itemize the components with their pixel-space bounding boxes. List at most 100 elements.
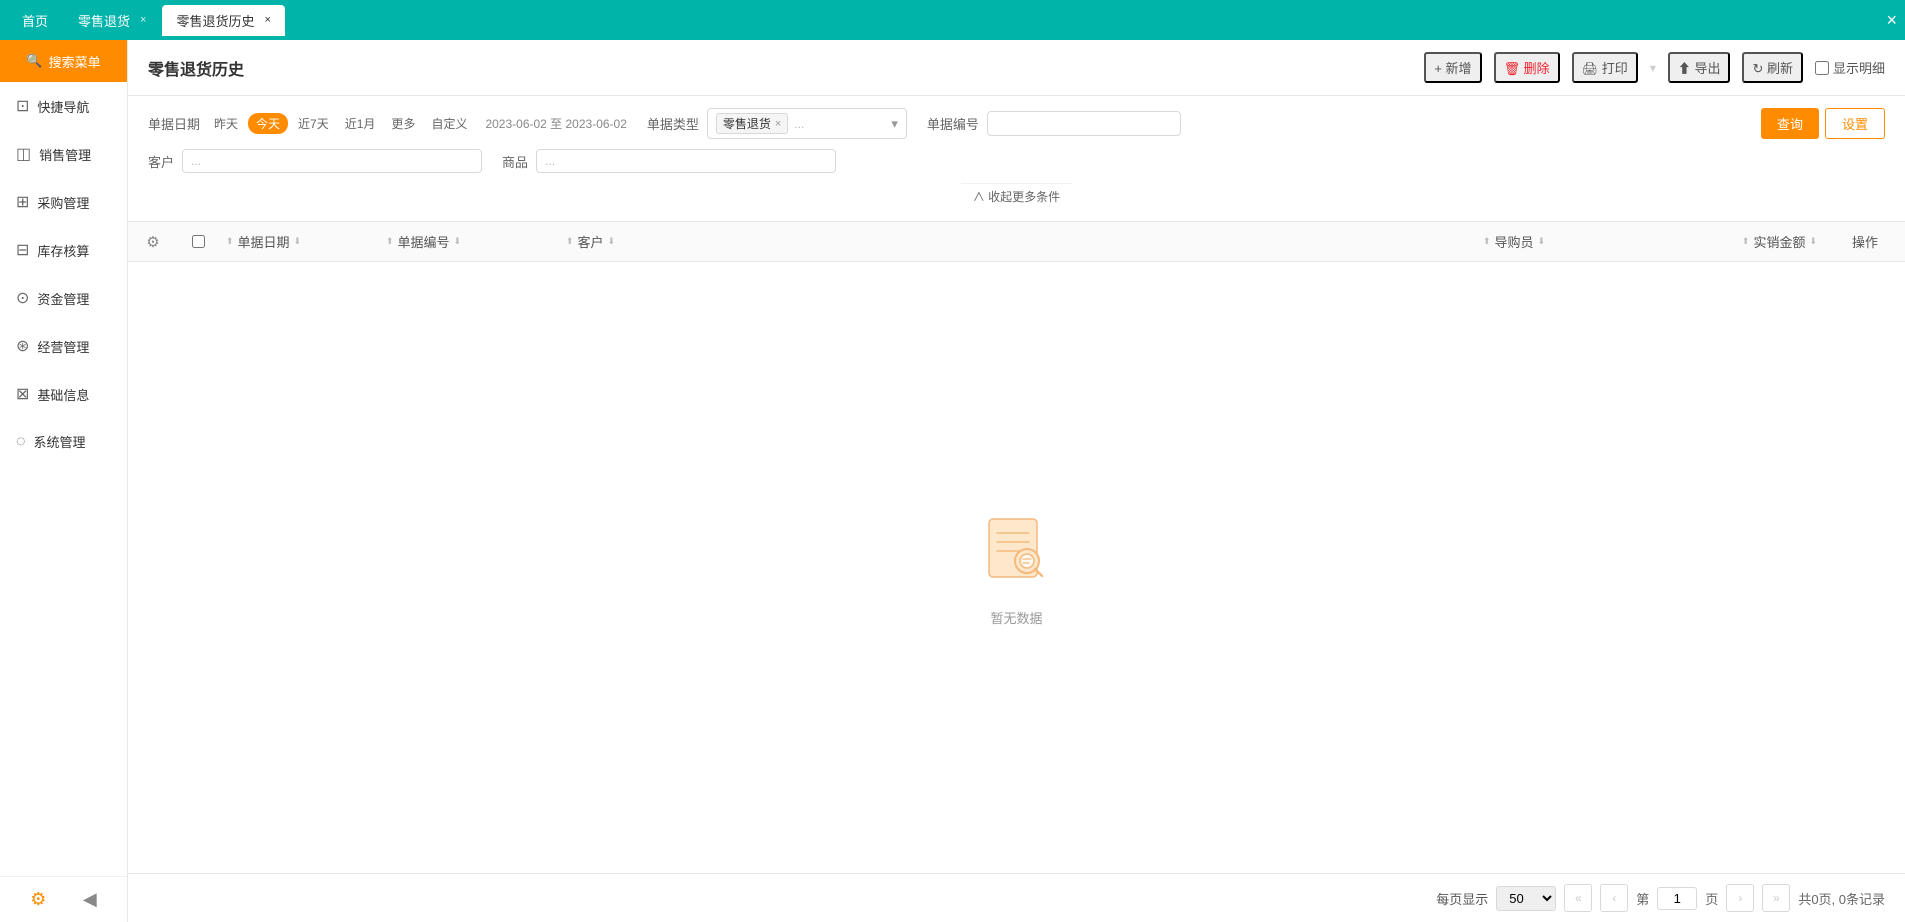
filter-row-2: 客户 ... 商品 ...	[148, 149, 1885, 173]
date-filter-group: 单据日期 昨天 今天 近7天 近1月 更多 自定义 2023-06-02 至 2…	[148, 113, 627, 134]
tab-retail-return-close[interactable]: ×	[140, 14, 146, 26]
doc-type-select[interactable]: 零售退货 × ... ▾	[707, 108, 907, 139]
th-date-label: 单据日期	[238, 232, 290, 251]
th-settings[interactable]: ⚙	[128, 233, 178, 251]
first-page-button[interactable]: «	[1564, 884, 1592, 912]
sort-up-guide: ⬆	[1483, 236, 1491, 247]
doc-number-input[interactable]	[987, 111, 1181, 136]
sidebar-item-system-mgmt[interactable]: ◌ 系统管理	[0, 418, 127, 465]
sidebar-item-quick-nav-label: 快捷导航	[37, 97, 89, 116]
query-settings-group: 查询 设置	[1761, 108, 1885, 139]
sidebar-item-finance[interactable]: ⊙ 资金管理	[0, 274, 127, 322]
tab-retail-return-label: 零售退货	[78, 11, 130, 30]
sidebar-item-operations[interactable]: ⊛ 经营管理	[0, 322, 127, 370]
th-amount[interactable]: ⬆ 实销金额 ⬇	[1675, 232, 1825, 251]
doc-number-filter-group: 单据编号	[927, 111, 1181, 136]
collapse-button[interactable]: ∧ 收起更多条件	[961, 183, 1072, 209]
sort-down-amount: ⬇	[1809, 236, 1817, 247]
goods-select[interactable]: ...	[536, 149, 836, 173]
sidebar-item-basic-info[interactable]: ⊠ 基础信息	[0, 370, 127, 418]
empty-illustration	[977, 509, 1057, 592]
date-option-custom[interactable]: 自定义	[425, 113, 473, 134]
top-bar: 首页 零售退货 × 零售退货历史 × ×	[0, 0, 1905, 40]
doc-type-tag-value: 零售退货	[723, 115, 771, 132]
th-checkbox[interactable]	[178, 235, 218, 248]
quick-nav-icon: ⊡	[16, 96, 29, 116]
total-info: 共0页, 0条记录	[1798, 889, 1885, 908]
sidebar-item-sales-mgmt[interactable]: ◫ 销售管理	[0, 130, 127, 178]
date-option-7days[interactable]: 近7天	[292, 113, 335, 134]
date-option-yesterday[interactable]: 昨天	[208, 113, 244, 134]
last-page-button[interactable]: »	[1762, 884, 1790, 912]
collapse-row: ∧ 收起更多条件	[148, 183, 1885, 209]
sidebar-item-inventory[interactable]: ⊟ 库存核算	[0, 226, 127, 274]
settings-button[interactable]: 设置	[1825, 108, 1885, 139]
sidebar-item-operations-label: 经营管理	[37, 337, 89, 356]
print-arrow[interactable]: ▾	[1650, 61, 1656, 75]
collapse-sidebar-icon[interactable]: ◀	[83, 889, 97, 910]
print-button[interactable]: 🖨 打印	[1572, 52, 1638, 83]
th-number[interactable]: ⬆ 单据编号 ⬇	[378, 232, 558, 251]
content-area: 零售退货历史 + 新增 🗑 删除 🖨 打印 ▾ ⬆ 导出 ↻ 刷新 显示明细 单…	[128, 40, 1905, 922]
select-all-checkbox[interactable]	[192, 235, 205, 248]
prev-page-button[interactable]: ‹	[1600, 884, 1628, 912]
sort-up-date: ⬆	[226, 236, 234, 247]
sidebar-item-purchase-label: 采购管理	[37, 193, 89, 212]
sidebar-item-purchase-mgmt[interactable]: ⊞ 采购管理	[0, 178, 127, 226]
goods-placeholder: ...	[545, 154, 555, 168]
goods-filter-group: 商品 ...	[502, 149, 836, 173]
th-guide[interactable]: ⬆ 导购员 ⬇	[1475, 232, 1675, 251]
system-mgmt-icon: ◌	[16, 433, 26, 451]
export-button[interactable]: ⬆ 导出	[1668, 52, 1731, 83]
sidebar-item-finance-label: 资金管理	[37, 289, 89, 308]
delete-button[interactable]: 🗑 删除	[1494, 52, 1560, 83]
page-size-select[interactable]: 20 50 100	[1496, 886, 1556, 911]
query-button[interactable]: 查询	[1761, 108, 1819, 139]
date-option-today[interactable]: 今天	[248, 113, 288, 134]
goods-label: 商品	[502, 152, 528, 171]
doc-type-tag-remove[interactable]: ×	[775, 118, 781, 130]
empty-text: 暂无数据	[990, 608, 1042, 627]
th-date[interactable]: ⬆ 单据日期 ⬇	[218, 232, 378, 251]
sort-up-amount: ⬆	[1742, 236, 1750, 247]
customer-select[interactable]: ...	[182, 149, 482, 173]
search-icon: 🔍	[26, 53, 42, 69]
sidebar: 🔍 搜索菜单 ⊡ 快捷导航 ◫ 销售管理 ⊞ 采购管理 ⊟ 库存核算 ⊙ 资金管…	[0, 40, 128, 922]
th-ops-label: 操作	[1852, 232, 1878, 251]
sort-up-customer: ⬆	[566, 236, 574, 247]
doc-type-label: 单据类型	[647, 114, 699, 133]
finance-icon: ⊙	[16, 288, 29, 308]
date-option-1month[interactable]: 近1月	[339, 113, 382, 134]
tab-retail-return-history[interactable]: 零售退货历史 ×	[162, 5, 284, 36]
sidebar-item-system-label: 系统管理	[34, 432, 86, 451]
doc-type-filter-group: 单据类型 零售退货 × ... ▾	[647, 108, 907, 139]
sidebar-item-inventory-label: 库存核算	[37, 241, 89, 260]
tab-retail-return[interactable]: 零售退货 ×	[64, 5, 160, 36]
window-close-button[interactable]: ×	[1886, 10, 1897, 31]
th-guide-label: 导购员	[1495, 232, 1534, 251]
show-detail-checkbox[interactable]	[1815, 61, 1829, 75]
th-customer[interactable]: ⬆ 客户 ⬇	[558, 232, 1475, 251]
tab-retail-return-history-label: 零售退货历史	[176, 11, 254, 30]
tab-retail-return-history-close[interactable]: ×	[264, 14, 270, 26]
sales-mgmt-icon: ◫	[16, 144, 31, 164]
tab-home[interactable]: 首页	[8, 5, 62, 36]
table-settings-icon[interactable]: ⚙	[146, 233, 159, 251]
page-number-input[interactable]	[1657, 887, 1697, 910]
add-button[interactable]: + 新增	[1424, 52, 1481, 83]
sort-up-number: ⬆	[386, 236, 394, 247]
sidebar-search[interactable]: 🔍 搜索菜单	[0, 40, 127, 82]
date-option-more[interactable]: 更多	[385, 113, 421, 134]
purchase-mgmt-icon: ⊞	[16, 192, 29, 212]
pagination-bar: 每页显示 20 50 100 « ‹ 第 页 › » 共0页, 0条记录	[128, 873, 1905, 922]
settings-footer-icon[interactable]: ⚙	[30, 889, 46, 910]
table-wrapper: ⚙ ⬆ 单据日期 ⬇ ⬆ 单据编号 ⬇ ⬆ 客户 ⬇	[128, 222, 1905, 873]
page-size-label: 每页显示	[1436, 889, 1488, 908]
th-amount-label: 实销金额	[1753, 232, 1805, 251]
sidebar-item-sales-label: 销售管理	[39, 145, 91, 164]
date-range-display: 2023-06-02 至 2023-06-02	[485, 115, 626, 132]
sidebar-item-quick-nav[interactable]: ⊡ 快捷导航	[0, 82, 127, 130]
tab-home-label: 首页	[22, 11, 48, 30]
refresh-button[interactable]: ↻ 刷新	[1742, 52, 1803, 83]
next-page-button[interactable]: ›	[1726, 884, 1754, 912]
